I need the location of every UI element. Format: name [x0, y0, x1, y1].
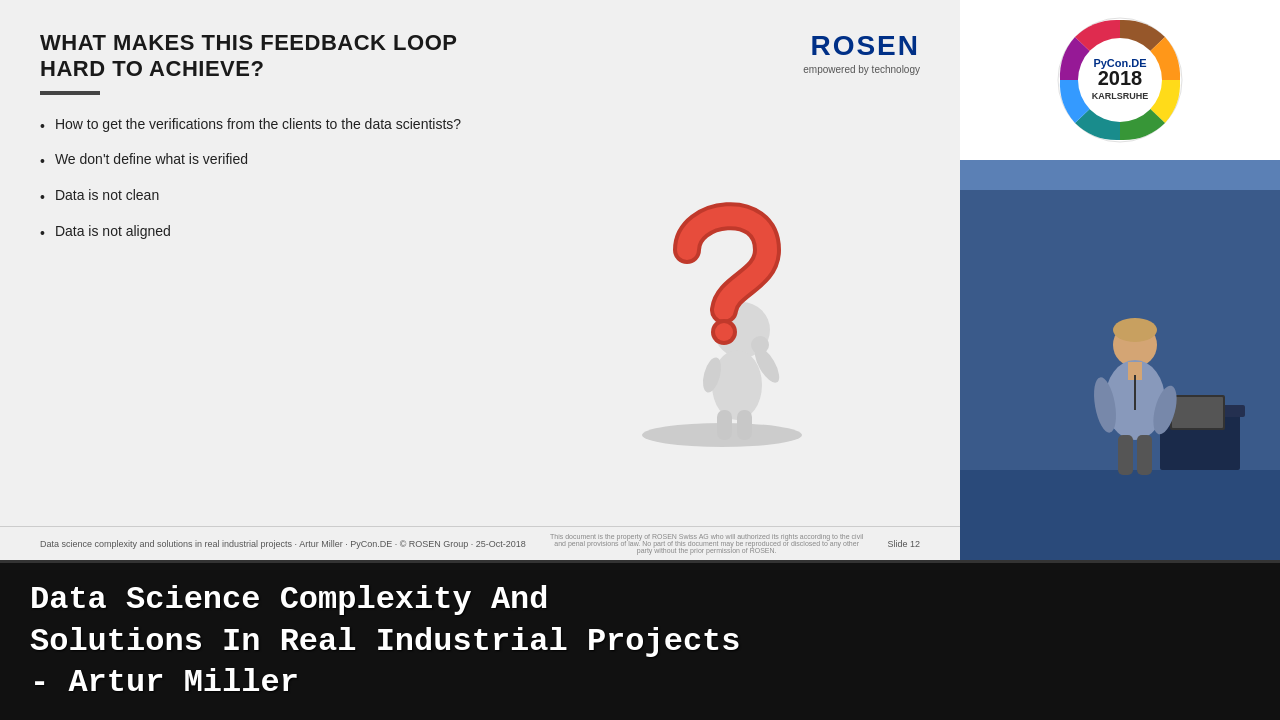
caption-text: Data Science Complexity And Solutions In…: [30, 579, 741, 704]
slide-title-underline: [40, 91, 100, 95]
slide-title: WHAT MAKES THIS FEEDBACK LOOP HARD TO AC…: [40, 30, 457, 83]
slide-body: • How to get the verifications from the …: [40, 105, 920, 516]
slide-footer-disclaimer: This document is the property of ROSEN S…: [526, 533, 888, 554]
caption-area: Data Science Complexity And Solutions In…: [0, 560, 1280, 720]
bullet-text-3: Data is not clean: [55, 186, 159, 206]
bullet-dot-4: •: [40, 224, 45, 244]
slide-content: WHAT MAKES THIS FEEDBACK LOOP HARD TO AC…: [0, 0, 960, 526]
svg-text:KARLSRUHE: KARLSRUHE: [1092, 91, 1149, 101]
svg-text:2018: 2018: [1098, 67, 1143, 89]
svg-rect-28: [1137, 435, 1152, 475]
bullet-text-4: Data is not aligned: [55, 222, 171, 242]
svg-rect-4: [737, 410, 752, 440]
svg-point-22: [1113, 318, 1157, 342]
caption-line1: Data Science Complexity And: [30, 581, 548, 618]
rosen-logo: ROSEN empowered by technology: [803, 30, 920, 75]
bullet-item-4: • Data is not aligned: [40, 222, 524, 244]
caption-line2: Solutions In Real Industrial Projects: [30, 623, 741, 660]
svg-point-6: [751, 336, 769, 354]
slide-header: WHAT MAKES THIS FEEDBACK LOOP HARD TO AC…: [40, 30, 920, 95]
speaker-silhouette: [960, 190, 1280, 560]
svg-rect-3: [717, 410, 732, 440]
slide-number: Slide 12: [887, 539, 920, 549]
slide-footer-left: Data science complexity and solutions in…: [40, 539, 526, 549]
bullet-item-1: • How to get the verifications from the …: [40, 115, 524, 137]
slide-footer: Data science complexity and solutions in…: [0, 526, 960, 560]
slide-title-block: WHAT MAKES THIS FEEDBACK LOOP HARD TO AC…: [40, 30, 457, 95]
svg-rect-20: [1172, 397, 1223, 428]
slide-area: WHAT MAKES THIS FEEDBACK LOOP HARD TO AC…: [0, 0, 960, 560]
bullet-item-2: • We don't define what is verified: [40, 150, 524, 172]
bullet-item-3: • Data is not clean: [40, 186, 524, 208]
svg-rect-27: [1118, 435, 1133, 475]
bullet-dot-1: •: [40, 117, 45, 137]
speaker-area: PyCon.DE 2018 KARLSRUHE Slide 12: [960, 0, 1280, 560]
question-mark-figure: [612, 170, 832, 450]
rosen-logo-text: ROSEN: [803, 30, 920, 62]
bullet-text-1: How to get the verifications from the cl…: [55, 115, 461, 135]
slide-image-area: [524, 105, 920, 516]
caption-line3: - Artur Miller: [30, 664, 299, 701]
bullet-text-2: We don't define what is verified: [55, 150, 248, 170]
rosen-logo-tagline: empowered by technology: [803, 64, 920, 75]
svg-rect-16: [960, 470, 1280, 560]
slide-bullets: • How to get the verifications from the …: [40, 105, 524, 516]
svg-point-9: [715, 323, 733, 341]
pycon-logo-area: PyCon.DE 2018 KARLSRUHE: [960, 0, 1280, 160]
bullet-dot-2: •: [40, 152, 45, 172]
pycon-logo: PyCon.DE 2018 KARLSRUHE: [1055, 15, 1185, 145]
speaker-video: Slide 12: [960, 160, 1280, 560]
bullet-dot-3: •: [40, 188, 45, 208]
